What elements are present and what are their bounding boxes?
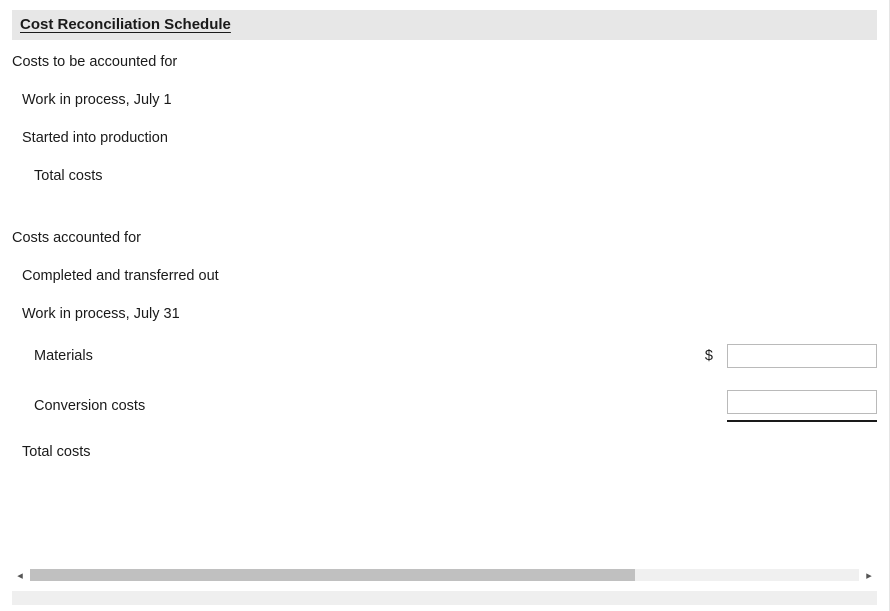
label-materials: Materials bbox=[34, 348, 93, 364]
horizontal-scrollbar[interactable]: ◂ ▸ bbox=[12, 567, 877, 583]
materials-input[interactable] bbox=[727, 344, 877, 368]
label-wip-end: Work in process, July 31 bbox=[22, 306, 180, 322]
label-completed: Completed and transferred out bbox=[22, 268, 219, 284]
row-completed: Completed and transferred out bbox=[12, 268, 877, 284]
section-spacer bbox=[12, 206, 877, 230]
row-started-production: Started into production bbox=[12, 130, 877, 146]
conversion-input-group bbox=[727, 390, 877, 422]
header-title: Cost Reconciliation Schedule bbox=[20, 16, 231, 33]
scroll-left-arrow-icon[interactable]: ◂ bbox=[12, 567, 28, 583]
label-conversion: Conversion costs bbox=[34, 398, 145, 414]
scroll-track[interactable] bbox=[30, 569, 859, 581]
row-materials: Materials $ bbox=[12, 344, 877, 368]
scroll-right-arrow-icon[interactable]: ▸ bbox=[861, 567, 877, 583]
conversion-input[interactable] bbox=[727, 390, 877, 414]
label-started-production: Started into production bbox=[22, 130, 168, 146]
materials-input-group: $ bbox=[705, 344, 877, 368]
label-wip-start: Work in process, July 1 bbox=[22, 92, 172, 108]
bottom-bar bbox=[12, 591, 877, 605]
row-wip-end: Work in process, July 31 bbox=[12, 306, 877, 322]
label-total-costs-2: Total costs bbox=[22, 444, 91, 460]
section1-heading: Costs to be accounted for bbox=[12, 54, 877, 70]
section2-heading: Costs accounted for bbox=[12, 230, 877, 246]
row-total-costs-2: Total costs bbox=[12, 444, 877, 460]
row-conversion: Conversion costs bbox=[12, 390, 877, 422]
header-bar: Cost Reconciliation Schedule bbox=[12, 10, 877, 40]
row-wip-start: Work in process, July 1 bbox=[12, 92, 877, 108]
currency-symbol: $ bbox=[705, 348, 713, 364]
row-total-costs-1: Total costs bbox=[12, 168, 877, 184]
label-total-costs-1: Total costs bbox=[34, 168, 103, 184]
scroll-thumb[interactable] bbox=[30, 569, 635, 581]
worksheet-container: Cost Reconciliation Schedule Costs to be… bbox=[0, 0, 890, 611]
